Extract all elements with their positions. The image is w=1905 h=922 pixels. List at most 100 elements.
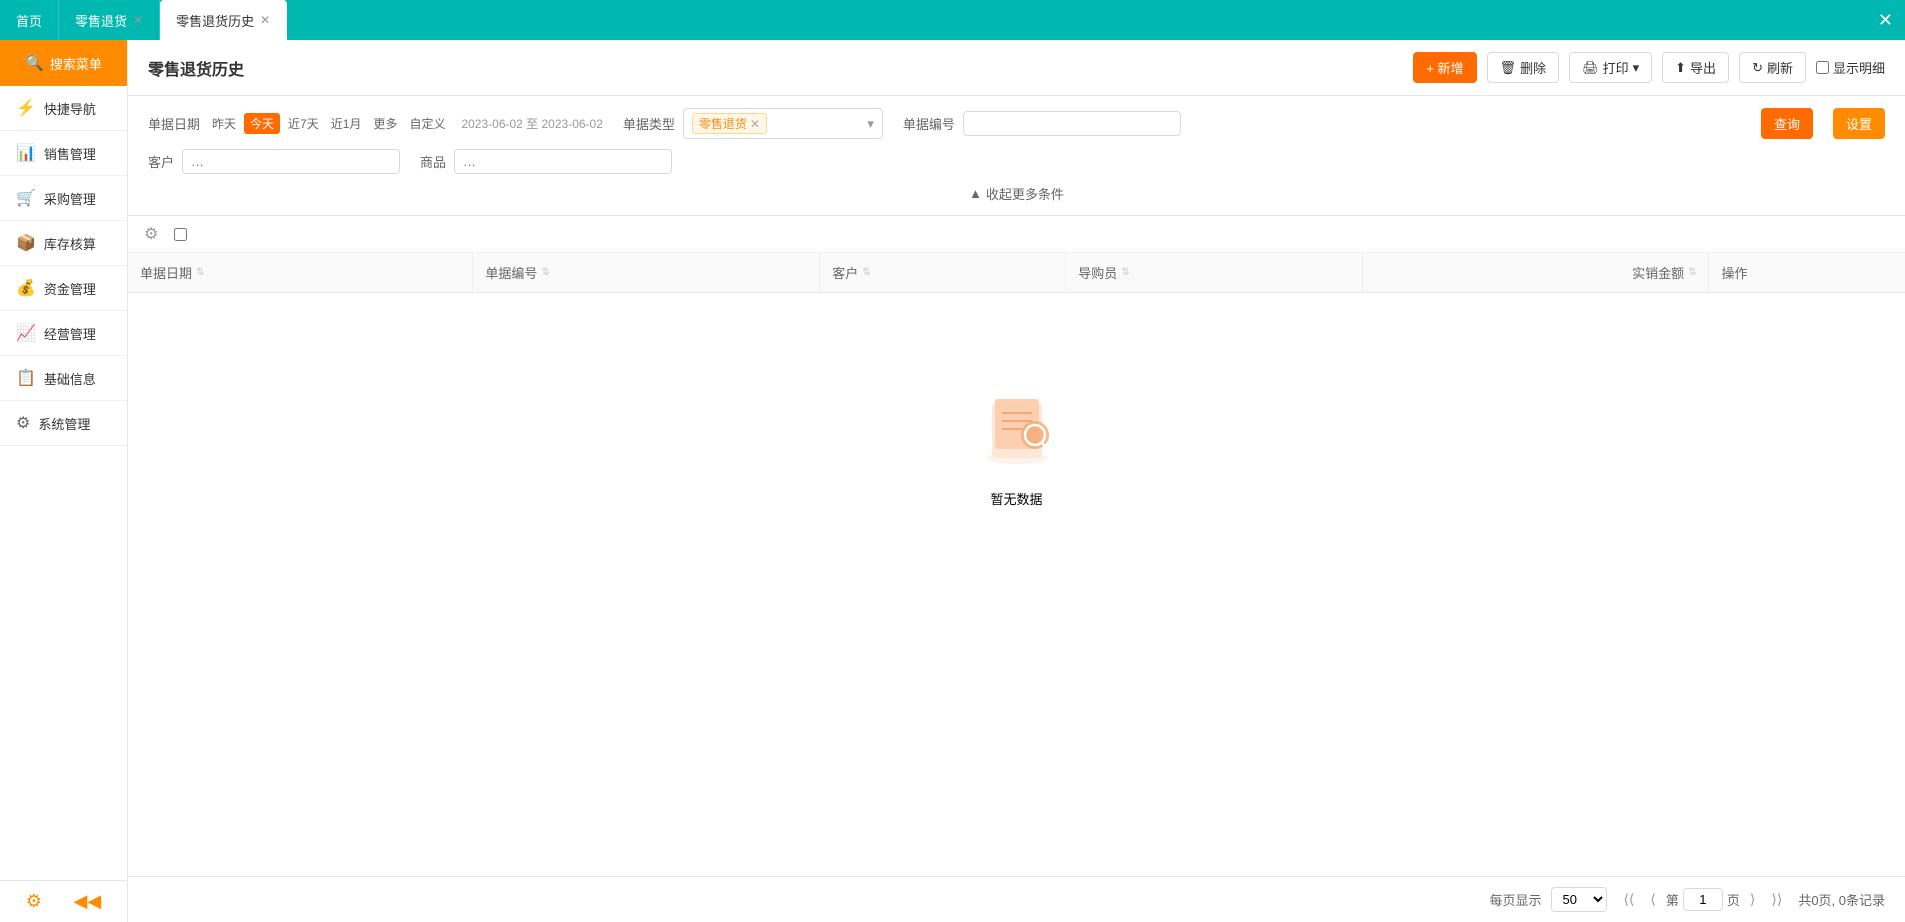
page-di-label: 第 xyxy=(1666,890,1679,909)
filter-bill-no-input-wrapper[interactable] xyxy=(963,111,1181,136)
filter-bill-type: 单据类型 零售退货 ✕ ▾ xyxy=(623,108,883,139)
settings-button-label: 设置 xyxy=(1846,114,1872,133)
sidebar-item-system[interactable]: ⚙ 系统管理 xyxy=(0,401,127,446)
date-custom[interactable]: 自定义 xyxy=(405,113,449,134)
filter-bill-no: 单据编号 xyxy=(903,111,1181,136)
col-amount-sort-icon[interactable]: ⇅ xyxy=(1688,267,1696,278)
inventory-icon: 📦 xyxy=(16,233,36,253)
settings-button[interactable]: 设置 xyxy=(1833,108,1885,139)
audio-foot-icon[interactable]: ◀◀ xyxy=(74,891,102,912)
tab-retail-return-history[interactable]: 零售退货历史 ✕ xyxy=(160,0,287,40)
sidebar-search[interactable]: 🔍 搜索菜单 xyxy=(0,40,127,86)
content-area: 零售退货历史 + 新增 🗑 删除 🖨 打印 ▾ ⬆ 导出 xyxy=(128,40,1905,922)
tab-retail-return-history-close[interactable]: ✕ xyxy=(260,13,270,27)
select-all-checkbox[interactable] xyxy=(174,228,187,241)
bill-type-tag-text: 零售退货 xyxy=(699,115,747,132)
finance-icon: 💰 xyxy=(16,278,36,298)
data-table: 单据日期 ⇅ 单据编号 ⇅ 客户 xyxy=(128,253,1905,588)
sidebar: 🔍 搜索菜单 ⚡ 快捷导航 📊 销售管理 🛒 采购管理 📦 库存核算 💰 xyxy=(0,40,128,922)
date-more[interactable]: 更多 xyxy=(369,113,401,134)
filter-date-label: 单据日期 xyxy=(148,114,200,133)
col-action: 操作 xyxy=(1709,253,1905,293)
export-button-label: 导出 xyxy=(1690,58,1716,77)
table-settings-icon[interactable]: ⚙ xyxy=(144,224,158,244)
empty-state: 暂无数据 xyxy=(128,293,1905,588)
col-guide: 导购员 ⇅ xyxy=(1066,253,1362,293)
page-next-button[interactable]: ⟩ xyxy=(1744,889,1761,910)
tab-retail-return-label: 零售退货 xyxy=(75,11,127,30)
sidebar-item-sales-label: 销售管理 xyxy=(44,144,96,163)
pagination-bar: 每页显示 10 20 50 100 ⟨⟨ ⟨ 第 页 ⟩ ⟩⟩ 共0页, 0条记… xyxy=(128,876,1905,922)
page-header: 零售退货历史 + 新增 🗑 删除 🖨 打印 ▾ ⬆ 导出 xyxy=(128,40,1905,96)
delete-button[interactable]: 🗑 删除 xyxy=(1487,52,1560,83)
tab-retail-return-close[interactable]: ✕ xyxy=(133,13,143,27)
show-detail-checkbox[interactable] xyxy=(1816,61,1829,74)
page-prev-button[interactable]: ⟨ xyxy=(1644,889,1661,910)
date-7days[interactable]: 近7天 xyxy=(284,113,323,134)
top-tabs: 首页 零售退货 ✕ 零售退货历史 ✕ xyxy=(0,0,1878,40)
sidebar-item-sales[interactable]: 📊 销售管理 xyxy=(0,131,127,176)
col-bill-no-sort-icon[interactable]: ⇅ xyxy=(541,267,549,278)
filter-customer-input-wrapper[interactable] xyxy=(182,149,400,174)
bill-type-tag-close[interactable]: ✕ xyxy=(750,117,760,131)
empty-text: 暂无数据 xyxy=(990,489,1042,508)
refresh-button-label: 刷新 xyxy=(1767,58,1793,77)
new-button[interactable]: + 新增 xyxy=(1413,52,1476,83)
filter-date: 单据日期 昨天 今天 近7天 近1月 更多 自定义 2023-06-02 至 2… xyxy=(148,113,603,134)
system-icon: ⚙ xyxy=(16,413,30,433)
sidebar-item-basic-info[interactable]: 📋 基础信息 xyxy=(0,356,127,401)
col-date-sort-icon[interactable]: ⇅ xyxy=(196,267,204,278)
collapse-icon: ▲ xyxy=(969,186,982,201)
col-amount: 实销金额 ⇅ xyxy=(1362,253,1709,293)
sidebar-item-inventory[interactable]: 📦 库存核算 xyxy=(0,221,127,266)
filter-goods-input-wrapper[interactable] xyxy=(454,149,672,174)
top-bar-right: ✕ xyxy=(1878,10,1905,31)
filter-bill-no-input[interactable] xyxy=(972,116,1172,131)
show-detail-label: 显示明细 xyxy=(1833,58,1885,77)
col-customer: 客户 ⇅ xyxy=(820,253,1066,293)
tab-home[interactable]: 首页 xyxy=(0,0,59,40)
page-last-button[interactable]: ⟩⟩ xyxy=(1765,889,1788,910)
print-button[interactable]: 🖨 打印 ▾ xyxy=(1569,52,1652,83)
filter-goods: 商品 xyxy=(420,149,672,174)
search-icon: 🔍 xyxy=(25,54,44,72)
date-1month[interactable]: 近1月 xyxy=(327,113,366,134)
col-guide-sort-icon[interactable]: ⇅ xyxy=(1121,267,1129,278)
collapse-button[interactable]: ▲ 收起更多条件 xyxy=(969,184,1064,203)
tab-retail-return[interactable]: 零售退货 ✕ xyxy=(59,0,160,40)
filter-customer-input[interactable] xyxy=(191,154,391,169)
page-first-button[interactable]: ⟨⟨ xyxy=(1617,889,1640,910)
export-button[interactable]: ⬆ 导出 xyxy=(1662,52,1729,83)
page-size-select[interactable]: 10 20 50 100 xyxy=(1551,887,1607,912)
sidebar-item-quick-nav[interactable]: ⚡ 快捷导航 xyxy=(0,86,127,131)
refresh-button[interactable]: ↻ 刷新 xyxy=(1739,52,1806,83)
page-nav: ⟨⟨ ⟨ 第 页 ⟩ ⟩⟩ xyxy=(1617,888,1788,911)
refresh-icon: ↻ xyxy=(1752,60,1763,76)
sidebar-item-purchase[interactable]: 🛒 采购管理 xyxy=(0,176,127,221)
table-container: ⚙ 单据日期 ⇅ 单据编号 xyxy=(128,216,1905,876)
date-shortcuts: 昨天 今天 近7天 近1月 更多 自定义 xyxy=(208,113,449,134)
sidebar-item-finance-label: 资金管理 xyxy=(44,279,96,298)
print-icon: 🖨 xyxy=(1582,60,1599,76)
sidebar-item-operations[interactable]: 📈 经营管理 xyxy=(0,311,127,356)
page-input[interactable] xyxy=(1683,888,1723,911)
col-date: 单据日期 ⇅ xyxy=(128,253,473,293)
filter-goods-input[interactable] xyxy=(463,154,663,169)
sidebar-item-inventory-label: 库存核算 xyxy=(44,234,96,253)
query-button[interactable]: 查询 xyxy=(1761,108,1813,139)
page-total-label: 共0页, 0条记录 xyxy=(1798,890,1885,909)
date-yesterday[interactable]: 昨天 xyxy=(208,113,240,134)
page-size-label: 每页显示 xyxy=(1489,890,1541,909)
page-label: 页 xyxy=(1727,890,1740,909)
sidebar-search-label: 搜索菜单 xyxy=(50,54,102,73)
sidebar-item-finance[interactable]: 💰 资金管理 xyxy=(0,266,127,311)
sidebar-footer: ⚙ ◀◀ xyxy=(0,880,127,922)
show-detail-checkbox-label[interactable]: 显示明细 xyxy=(1816,58,1885,77)
filter-bill-type-select[interactable]: 零售退货 ✕ ▾ xyxy=(683,108,883,139)
col-customer-sort-icon[interactable]: ⇅ xyxy=(862,267,870,278)
page-title: 零售退货历史 xyxy=(148,56,244,92)
window-close-button[interactable]: ✕ xyxy=(1878,10,1893,31)
date-today[interactable]: 今天 xyxy=(244,113,280,134)
settings-foot-icon[interactable]: ⚙ xyxy=(26,891,42,912)
empty-illustration xyxy=(967,373,1067,473)
